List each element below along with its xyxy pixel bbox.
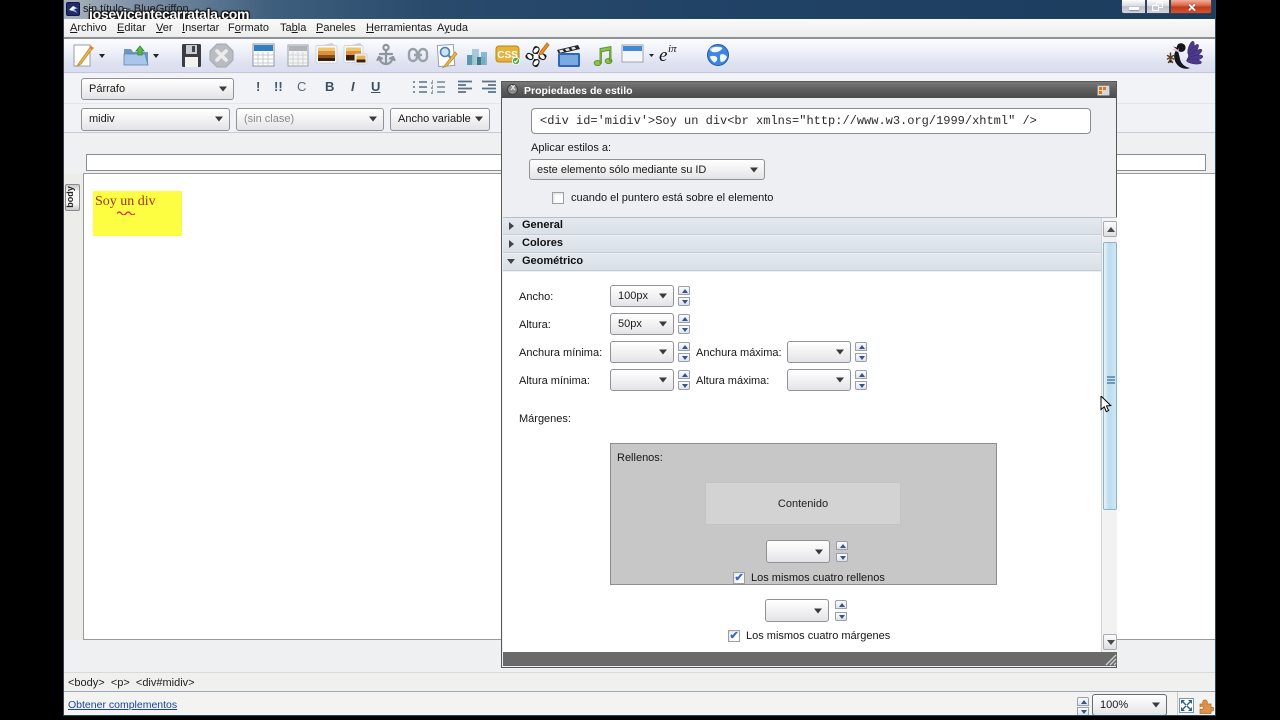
svg-text:iπ: iπ <box>668 43 677 55</box>
svg-text:e: e <box>659 45 667 66</box>
